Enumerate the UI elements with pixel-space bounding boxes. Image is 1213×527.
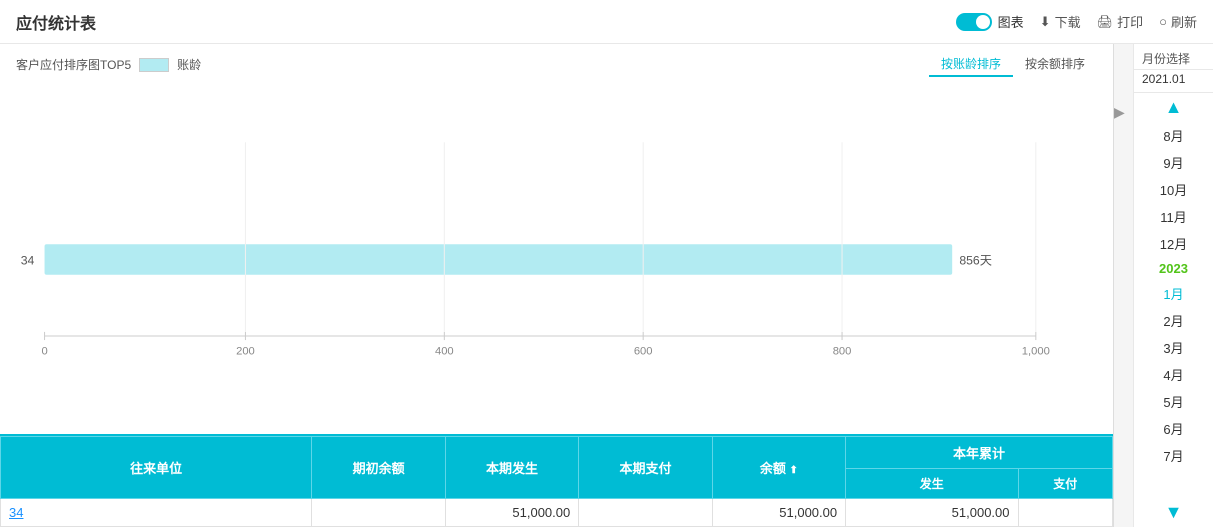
svg-text:1,000: 1,000 (1022, 345, 1050, 357)
table-section: 往来单位 期初余额 本期发生 本期支付 余额 ⬆ 本年累计 (0, 434, 1113, 527)
cell-current-occur: 51,000.00 (445, 499, 578, 527)
sidebar-toggle-strip[interactable]: ▶ (1113, 44, 1133, 527)
sidebar-month-2[interactable]: 2月 (1134, 307, 1213, 334)
col-balance-header: 余额 ⬆ (712, 437, 845, 499)
sidebar-month-7[interactable]: 7月 (1134, 442, 1213, 469)
chart-panel: 客户应付排序图TOP5 账龄 按账龄排序 按余额排序 34 856天 (0, 44, 1113, 527)
sort-by-age-button[interactable]: 按账龄排序 (929, 52, 1013, 77)
chart-bar (45, 244, 953, 275)
sidebar-month-3[interactable]: 3月 (1134, 334, 1213, 361)
sidebar-month-11[interactable]: 11月 (1134, 203, 1213, 230)
print-icon: 🖨 (1097, 14, 1114, 30)
download-label: 下载 (1055, 12, 1081, 31)
chart-sort-buttons: 按账龄排序 按余额排序 (929, 52, 1097, 77)
sidebar-collapse-icon: ▶ (1114, 104, 1125, 121)
col-current-occur-header: 本期发生 (445, 437, 578, 499)
print-button[interactable]: 🖨 打印 (1097, 12, 1144, 31)
refresh-icon: ○ (1159, 14, 1167, 29)
legend-box (139, 58, 169, 72)
col-unit-header: 往来单位 (1, 437, 312, 499)
refresh-label: 刷新 (1171, 12, 1197, 31)
chart-body: 34 856天 0 200 400 600 (0, 85, 1113, 434)
sidebar-scroll-up-button[interactable] (1134, 93, 1213, 122)
chart-toggle-label: 图表 (998, 12, 1024, 31)
chart-toggle-wrap[interactable]: 图表 (956, 12, 1024, 31)
table-row: 34 51,000.00 51,000.00 51,000.00 (1, 499, 1113, 527)
col-ytd-pay-header: 支付 (1018, 469, 1113, 499)
download-icon: ⬇ (1040, 14, 1051, 30)
right-sidebar: 月份选择 2021.01 8月 9月 10月 11月 12月 2023 1月 2… (1133, 44, 1213, 527)
print-label: 打印 (1117, 12, 1143, 31)
bar-y-label: 34 (21, 254, 35, 268)
bar-end-label: 856天 (959, 254, 992, 268)
svg-text:400: 400 (435, 345, 454, 357)
legend-box-label: 账龄 (177, 56, 201, 73)
arrow-down-icon (1165, 502, 1183, 523)
sidebar-month-4[interactable]: 4月 (1134, 361, 1213, 388)
svg-text:800: 800 (833, 345, 852, 357)
chart-header: 客户应付排序图TOP5 账龄 按账龄排序 按余额排序 (0, 44, 1113, 85)
col-opening-header: 期初余额 (312, 437, 445, 499)
col-ytd-header: 本年累计 (846, 437, 1113, 469)
cell-ytd-pay (1018, 499, 1113, 527)
main-content: 客户应付排序图TOP5 账龄 按账龄排序 按余额排序 34 856天 (0, 44, 1213, 527)
balance-label: 余额 (760, 461, 786, 476)
sidebar-month-5[interactable]: 5月 (1134, 388, 1213, 415)
svg-text:200: 200 (236, 345, 255, 357)
sidebar-month-1[interactable]: 1月 (1134, 280, 1213, 307)
col-current-pay-header: 本期支付 (579, 437, 712, 499)
svg-text:600: 600 (634, 345, 653, 357)
table-body: 34 51,000.00 51,000.00 51,000.00 (1, 499, 1113, 527)
svg-text:0: 0 (41, 345, 47, 357)
chart-legend: 客户应付排序图TOP5 账龄 (16, 56, 201, 73)
sidebar-year-2023[interactable]: 2023 (1134, 257, 1213, 280)
header-actions: 图表 ⬇ 下载 🖨 打印 ○ 刷新 (956, 12, 1197, 31)
chart-svg: 34 856天 0 200 400 600 (16, 95, 1097, 424)
app-header: 应付统计表 图表 ⬇ 下载 🖨 打印 ○ 刷新 (0, 0, 1213, 44)
sidebar-selected-value: 2021.01 (1134, 70, 1213, 93)
sidebar-month-10[interactable]: 10月 (1134, 176, 1213, 203)
chart-toggle[interactable] (956, 13, 992, 31)
cell-opening (312, 499, 445, 527)
legend-label: 客户应付排序图TOP5 (16, 56, 131, 73)
sort-by-balance-button[interactable]: 按余额排序 (1013, 52, 1097, 77)
sidebar-scroll-down-button[interactable] (1134, 498, 1213, 527)
data-table: 往来单位 期初余额 本期发生 本期支付 余额 ⬆ 本年累计 (0, 436, 1113, 527)
sidebar-month-8[interactable]: 8月 (1134, 122, 1213, 149)
page-title: 应付统计表 (16, 10, 956, 34)
sidebar-title: 月份选择 (1134, 44, 1213, 70)
table-wrap: 往来单位 期初余额 本期发生 本期支付 余额 ⬆ 本年累计 (0, 436, 1113, 527)
cell-balance: 51,000.00 (712, 499, 845, 527)
cell-current-pay (579, 499, 712, 527)
arrow-up-icon (1165, 97, 1183, 118)
balance-icon: ⬆ (790, 465, 798, 476)
col-ytd-occur-header: 发生 (846, 469, 1018, 499)
sidebar-months-list: 8月 9月 10月 11月 12月 2023 1月 2月 3月 4月 5月 6月… (1134, 122, 1213, 498)
sidebar-month-6[interactable]: 6月 (1134, 415, 1213, 442)
refresh-button[interactable]: ○ 刷新 (1159, 12, 1197, 31)
cell-unit[interactable]: 34 (1, 499, 312, 527)
cell-ytd-occur: 51,000.00 (846, 499, 1018, 527)
download-button[interactable]: ⬇ 下载 (1040, 12, 1081, 31)
sidebar-month-9[interactable]: 9月 (1134, 149, 1213, 176)
toggle-knob (976, 15, 990, 29)
sidebar-month-12[interactable]: 12月 (1134, 230, 1213, 257)
table-header-row: 往来单位 期初余额 本期发生 本期支付 余额 ⬆ 本年累计 (1, 437, 1113, 469)
